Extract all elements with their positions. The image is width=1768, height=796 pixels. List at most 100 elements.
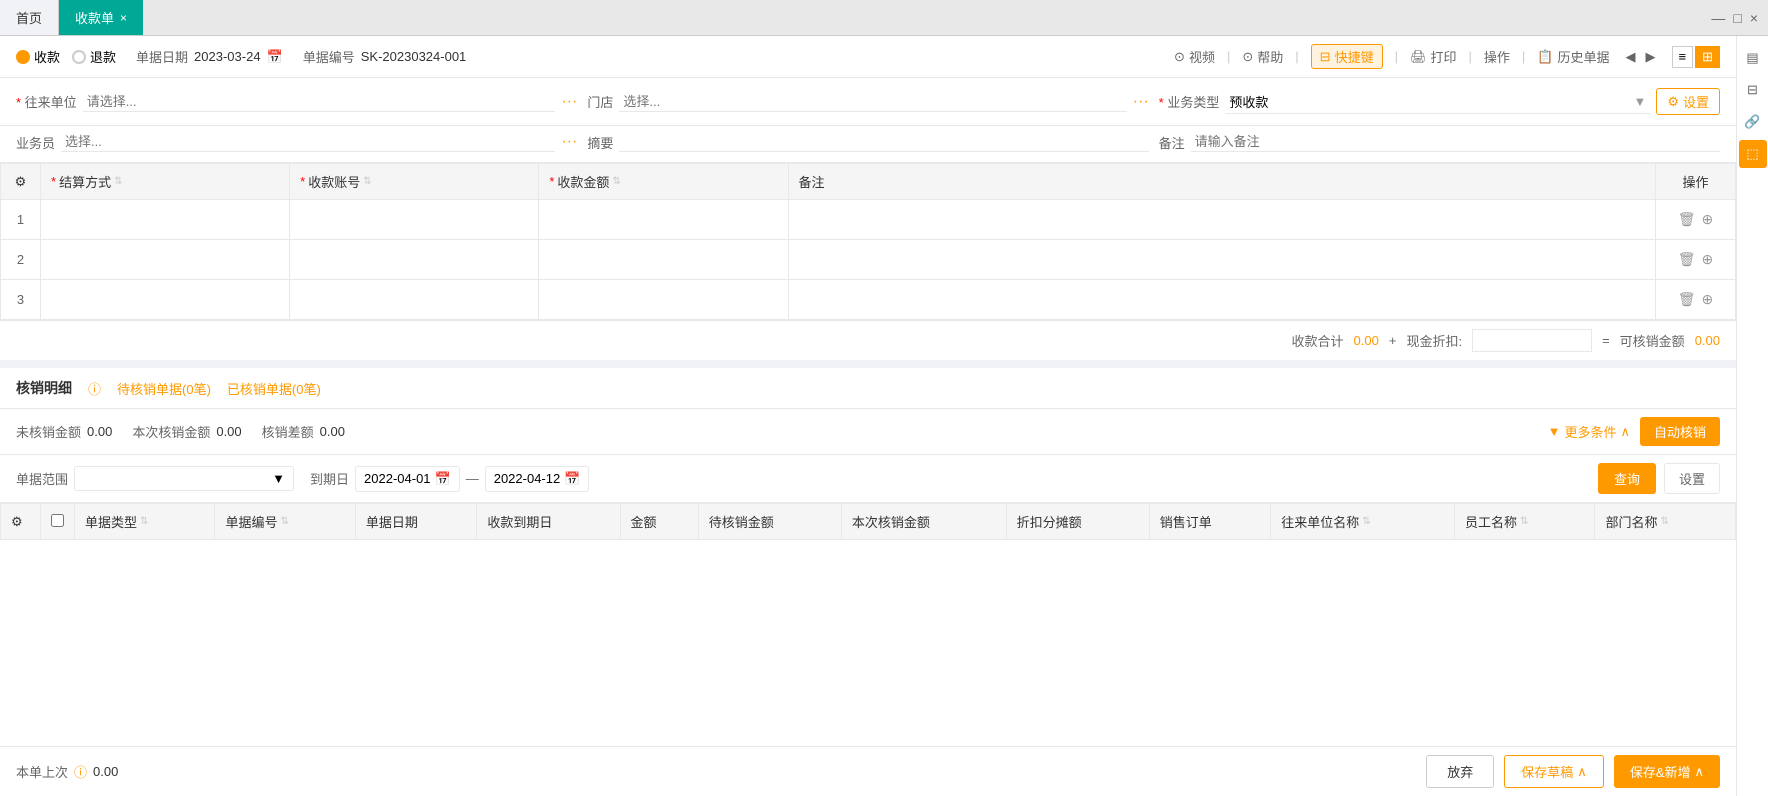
partner-input[interactable]: [83, 92, 556, 112]
sort-amount-icon[interactable]: ⇅: [612, 176, 620, 187]
tab-close-icon[interactable]: ×: [120, 11, 127, 25]
cell-remark-3[interactable]: [788, 280, 1656, 320]
bottom-th-discount: 折扣分摊额: [1006, 504, 1149, 540]
cell-amount-1[interactable]: [539, 200, 788, 240]
row-num-2: 2: [1, 240, 41, 280]
store-more-icon[interactable]: ···: [1133, 93, 1149, 111]
video-action[interactable]: ⊙ 视频: [1174, 47, 1215, 66]
save-draft-button[interactable]: 保存草稿 ∧: [1504, 755, 1604, 788]
bottom-th-pending: 待核销金额: [698, 504, 841, 540]
sort-dept-icon[interactable]: ⇅: [1660, 516, 1668, 527]
delete-row-2-icon[interactable]: 🗑: [1678, 251, 1696, 268]
discount-input[interactable]: [1472, 329, 1592, 352]
cell-remark-2[interactable]: [788, 240, 1656, 280]
bottom-th-partner: 往来单位名称 ⇅: [1271, 504, 1455, 540]
gear-icon: ⚙: [1667, 94, 1679, 110]
cell-account-2[interactable]: [290, 240, 539, 280]
th-settings[interactable]: ⚙: [1, 164, 41, 200]
settings-button[interactable]: ⚙ 设置: [1656, 88, 1720, 115]
auto-writeoff-button[interactable]: 自动核销: [1640, 417, 1720, 446]
partner-more-icon[interactable]: ···: [561, 93, 577, 111]
footer-info-value: 0.00: [93, 764, 118, 779]
prev-arrow[interactable]: ◀: [1622, 47, 1640, 67]
query-button[interactable]: 查询: [1598, 463, 1656, 494]
range-select[interactable]: ▼: [74, 466, 294, 491]
sidebar-list-icon[interactable]: ⊟: [1739, 76, 1767, 104]
radio-shoukuan[interactable]: 收款: [16, 47, 60, 66]
copy-row-3-icon[interactable]: ⊕: [1702, 291, 1714, 308]
radio-shoukuan-circle: [16, 50, 30, 64]
bottom-th-dept: 部门名称 ⇅: [1595, 504, 1736, 540]
delete-row-1-icon[interactable]: 🗑: [1678, 211, 1696, 228]
biz-type-label: 业务类型: [1159, 92, 1220, 111]
sort-account-icon[interactable]: ⇅: [363, 176, 371, 187]
shortcut-action[interactable]: ⊟ 快捷键: [1311, 44, 1383, 69]
remark-input[interactable]: [1191, 132, 1720, 152]
sidebar-expand-icon[interactable]: ⬚: [1739, 140, 1767, 168]
store-input[interactable]: [619, 92, 1126, 112]
staff-field: 业务员 ···: [16, 132, 577, 152]
bottom-th-settings[interactable]: ⚙: [1, 504, 41, 540]
bottom-th-checkbox[interactable]: [41, 504, 75, 540]
copy-row-1-icon[interactable]: ⊕: [1702, 211, 1714, 228]
abandon-button[interactable]: 放弃: [1426, 755, 1494, 788]
calendar-icon[interactable]: 📅: [267, 49, 283, 65]
cell-account-1[interactable]: [290, 200, 539, 240]
biz-type-dropdown[interactable]: 预收款 ▼: [1225, 90, 1650, 114]
save-new-button[interactable]: 保存&新增 ∧: [1614, 755, 1720, 788]
filter-settings-button[interactable]: 设置: [1664, 463, 1720, 494]
sort-jiesuan-icon[interactable]: ⇅: [114, 176, 122, 187]
summary-input[interactable]: [619, 132, 1148, 152]
filter-actions: 查询 设置: [1598, 463, 1720, 494]
more-conditions-link[interactable]: ▼ 更多条件 ∧: [1548, 422, 1630, 441]
total-label: 收款合计: [1292, 331, 1344, 350]
grid-view-btn[interactable]: ⊞: [1695, 46, 1720, 68]
sort-partner-icon[interactable]: ⇅: [1362, 516, 1370, 527]
sidebar-table-icon[interactable]: ▤: [1739, 44, 1767, 72]
writeoff-info-icon[interactable]: ⓘ: [88, 379, 101, 398]
cell-jiesuan-1[interactable]: [41, 200, 290, 240]
operate-action[interactable]: 操作: [1484, 47, 1510, 66]
next-arrow[interactable]: ▶: [1642, 47, 1660, 67]
cell-amount-2[interactable]: [539, 240, 788, 280]
radio-tuikuan[interactable]: 退款: [72, 47, 116, 66]
cell-jiesuan-2[interactable]: [41, 240, 290, 280]
date-to-picker[interactable]: 2022-04-12 📅: [485, 466, 590, 492]
delete-row-3-icon[interactable]: 🗑: [1678, 291, 1696, 308]
staff-more-icon[interactable]: ···: [561, 133, 577, 151]
cell-remark-1[interactable]: [788, 200, 1656, 240]
print-action[interactable]: 🖨 打印: [1410, 47, 1457, 66]
calendar-to-icon: 📅: [564, 471, 580, 487]
sort-type-icon[interactable]: ⇅: [140, 516, 148, 527]
tab-active[interactable]: 收款单 ×: [59, 0, 143, 35]
form-fields-row2: 业务员 ··· 摘要 备注: [0, 126, 1736, 163]
close-btn[interactable]: ×: [1750, 10, 1758, 26]
page-footer: 本单上次 ⓘ 0.00 放弃 保存草稿 ∧ 保存&新增 ∧: [0, 746, 1736, 796]
list-view-btn[interactable]: ≡: [1672, 46, 1694, 68]
tab-home[interactable]: 首页: [0, 0, 59, 35]
tab-done[interactable]: 已核销单据(0笔): [227, 379, 321, 398]
biz-type-field: 业务类型 预收款 ▼ ⚙ 设置: [1159, 88, 1720, 115]
plus-sign: +: [1389, 333, 1397, 348]
bottom-settings-icon: ⚙: [11, 514, 23, 529]
sort-staff-icon[interactable]: ⇅: [1520, 516, 1528, 527]
history-action[interactable]: 📋 历史单据: [1537, 47, 1609, 66]
video-label: 视频: [1189, 47, 1215, 66]
date-from-picker[interactable]: 2022-04-01 📅: [355, 466, 460, 492]
sidebar-link-icon[interactable]: 🔗: [1739, 108, 1767, 136]
minimize-btn[interactable]: —: [1711, 10, 1725, 26]
tab-pending[interactable]: 待核销单据(0笔): [117, 379, 211, 398]
store-label: 门店: [587, 92, 613, 111]
sort-number-icon[interactable]: ⇅: [280, 516, 288, 527]
help-action[interactable]: ⊙ 帮助: [1242, 47, 1283, 66]
cell-jiesuan-3[interactable]: [41, 280, 290, 320]
copy-row-2-icon[interactable]: ⊕: [1702, 251, 1714, 268]
select-all-checkbox[interactable]: [51, 514, 64, 527]
cell-account-3[interactable]: [290, 280, 539, 320]
date-value: 2023-03-24: [194, 49, 261, 64]
diff-value: 0.00: [320, 424, 345, 439]
maximize-btn[interactable]: □: [1733, 10, 1741, 26]
cell-amount-3[interactable]: [539, 280, 788, 320]
stat-current: 本次核销金额 0.00: [132, 422, 241, 441]
staff-input[interactable]: [61, 132, 555, 152]
